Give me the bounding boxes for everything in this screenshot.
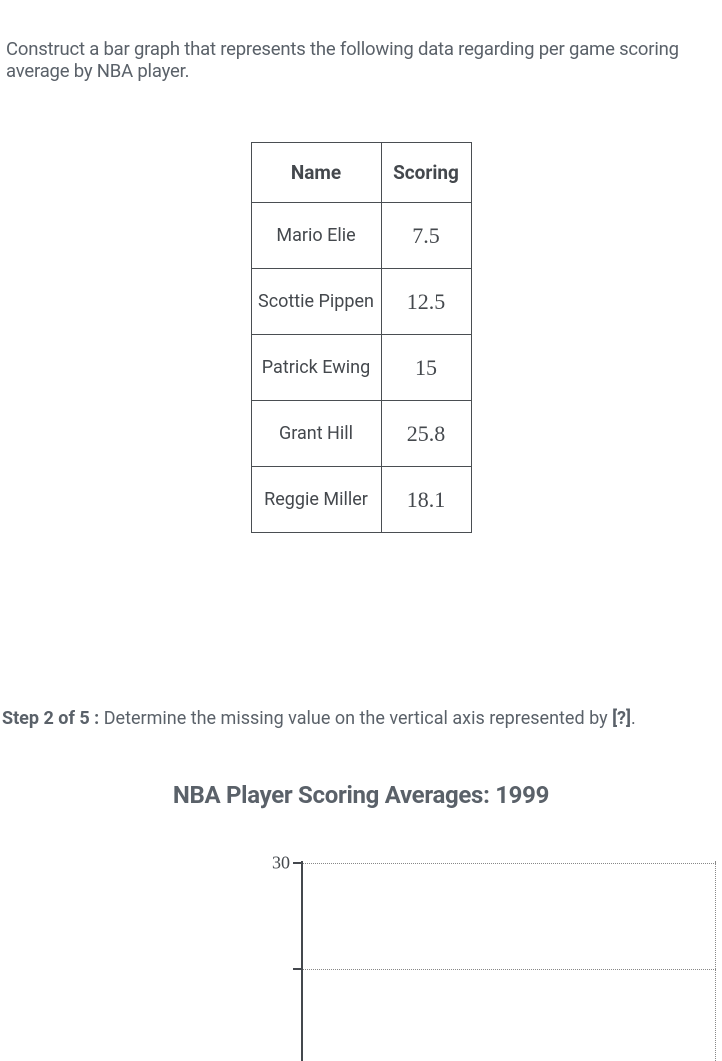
chart-title: NBA Player Scoring Averages: 1999	[0, 781, 722, 809]
cell-scoring: 12.5	[381, 269, 471, 335]
cell-scoring: 18.1	[381, 467, 471, 533]
table-row: Patrick Ewing 15	[251, 335, 471, 401]
step-period: .	[631, 708, 636, 729]
step-text: Determine the missing value on the verti…	[99, 708, 612, 729]
y-axis	[301, 861, 303, 1061]
data-table: Name Scoring Mario Elie 7.5 Scottie Pipp…	[251, 142, 472, 533]
plot-right-border	[715, 861, 716, 1061]
table-row: Reggie Miller 18.1	[251, 467, 471, 533]
cell-name: Reggie Miller	[251, 467, 381, 533]
cell-scoring: 15	[381, 335, 471, 401]
cell-name: Scottie Pippen	[251, 269, 381, 335]
gridline	[303, 863, 716, 864]
instruction-text: Construct a bar graph that represents th…	[0, 0, 722, 82]
table-header-row: Name Scoring	[251, 143, 471, 203]
header-scoring: Scoring	[381, 143, 471, 203]
y-tick-label-30: 30	[272, 853, 290, 874]
table-row: Mario Elie 7.5	[251, 203, 471, 269]
header-name: Name	[251, 143, 381, 203]
gridline	[303, 969, 716, 970]
cell-name: Patrick Ewing	[251, 335, 381, 401]
cell-name: Mario Elie	[251, 203, 381, 269]
cell-scoring: 25.8	[381, 401, 471, 467]
y-tick-mark	[293, 862, 303, 864]
cell-scoring: 7.5	[381, 203, 471, 269]
step-marker: [?]	[612, 708, 631, 729]
table-row: Scottie Pippen 12.5	[251, 269, 471, 335]
step-section: Step 2 of 5 : Determine the missing valu…	[0, 708, 722, 729]
chart-area: 30	[0, 861, 722, 1061]
y-tick-mark	[293, 968, 303, 970]
data-table-container: Name Scoring Mario Elie 7.5 Scottie Pipp…	[0, 142, 722, 533]
cell-name: Grant Hill	[251, 401, 381, 467]
table-row: Grant Hill 25.8	[251, 401, 471, 467]
step-label: Step 2 of 5 :	[2, 708, 99, 729]
